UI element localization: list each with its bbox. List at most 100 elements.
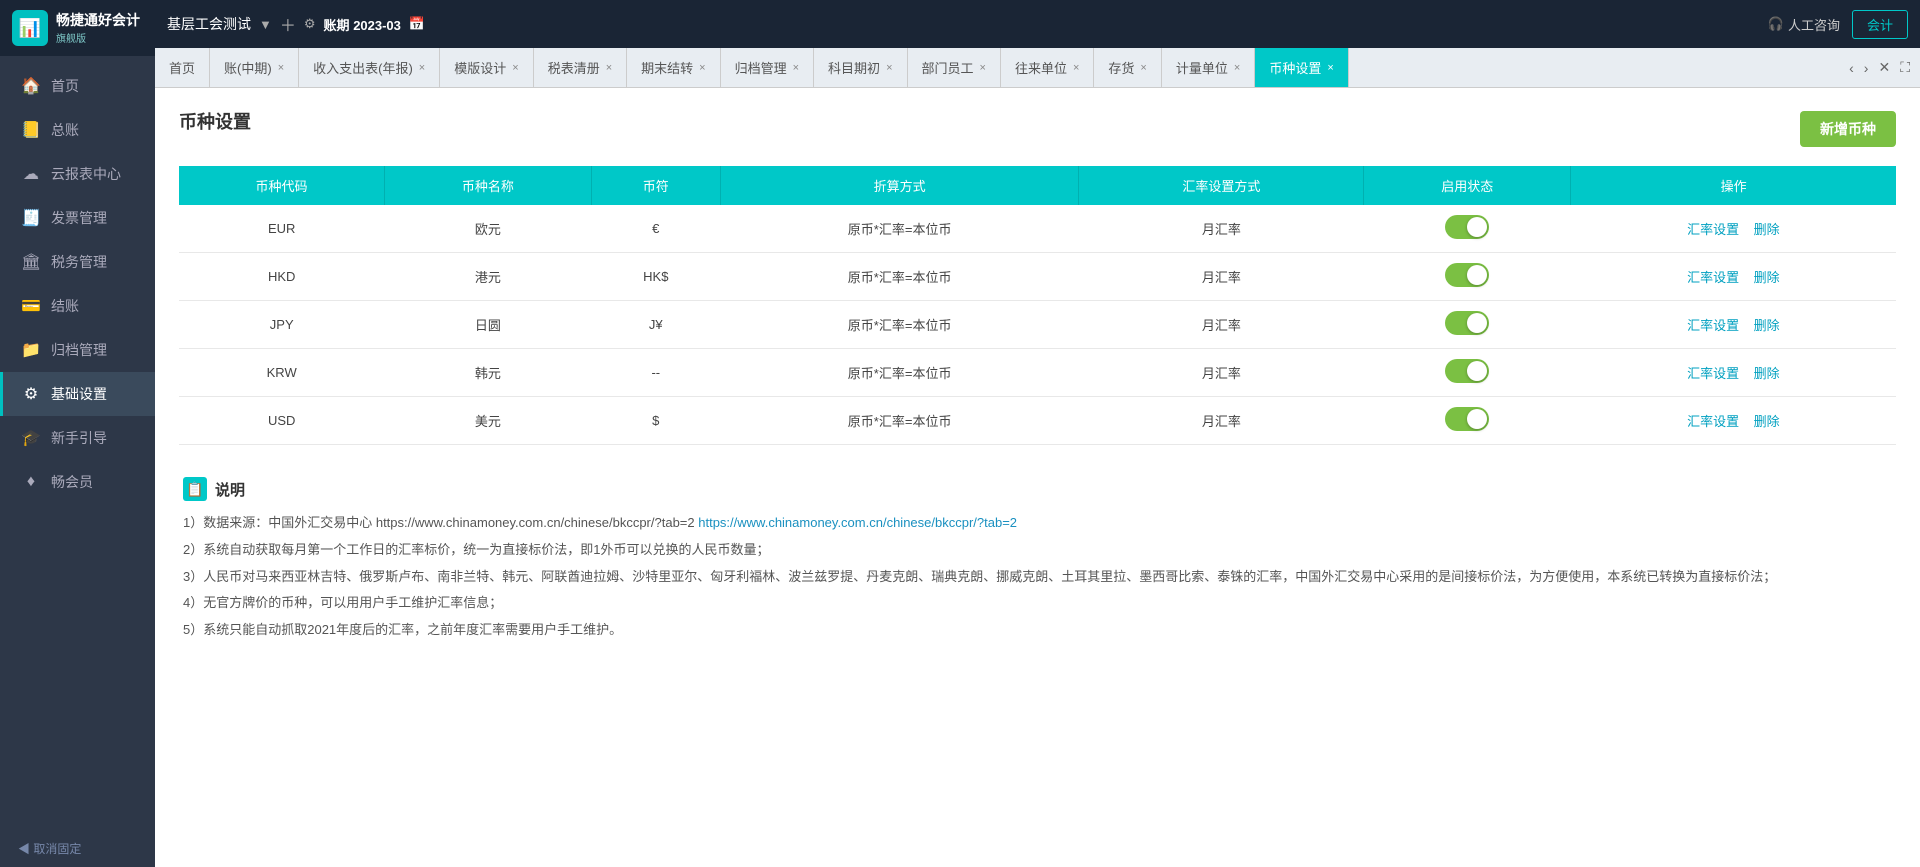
notes-header: 📋 说明: [183, 477, 1892, 501]
checkout-icon: 💳: [21, 296, 41, 316]
tab-close-icon[interactable]: ×: [886, 62, 892, 74]
tab-close-icon[interactable]: ×: [278, 62, 284, 74]
rate-setting-link[interactable]: 汇率设置: [1687, 222, 1739, 237]
tab-label: 往来单位: [1015, 58, 1067, 77]
cell-calc: 原币*汇率=本位币: [720, 397, 1079, 445]
tab-subject_init[interactable]: 科目期初 ×: [814, 48, 907, 87]
help-btn[interactable]: 🎧 人工咨询: [1768, 15, 1840, 34]
app-logo-icon: 📊: [12, 10, 48, 46]
sidebar-item-checkout[interactable]: 💳 结账: [0, 284, 155, 328]
enable-toggle[interactable]: [1445, 359, 1489, 383]
archive-icon: 📁: [21, 340, 41, 360]
new-currency-btn[interactable]: 新增币种: [1800, 111, 1896, 147]
sidebar-item-label: 新手引导: [51, 428, 107, 448]
tab-label: 科目期初: [828, 58, 880, 77]
add-company-btn[interactable]: ＋: [280, 12, 296, 36]
table-row: EUR欧元€原币*汇率=本位币月汇率 汇率设置 删除: [179, 205, 1896, 253]
cell-calc: 原币*汇率=本位币: [720, 253, 1079, 301]
headset-icon: 🎧: [1768, 16, 1784, 32]
page-content: 币种设置 新增币种 币种代码币种名称币符折算方式汇率设置方式启用状态操作 EUR…: [155, 88, 1920, 867]
tab-template[interactable]: 模版设计×: [440, 48, 533, 87]
cell-rate-type: 月汇率: [1079, 397, 1364, 445]
tab-tax_clear[interactable]: 税表清册×: [534, 48, 627, 87]
tab-close-icon[interactable]: ×: [1140, 62, 1146, 74]
cell-name: 美元: [384, 397, 591, 445]
tab-unit[interactable]: 计量单位 ×: [1162, 48, 1255, 87]
cell-rate-type: 月汇率: [1079, 349, 1364, 397]
tab-close-icon[interactable]: ×: [1234, 62, 1240, 74]
tab-close-icon[interactable]: ×: [793, 62, 799, 74]
user-button[interactable]: 会计: [1852, 10, 1908, 39]
sidebar-item-member[interactable]: ♦ 畅会员: [0, 460, 155, 504]
tab-close-icon[interactable]: ×: [980, 62, 986, 74]
tab-close-all-btn[interactable]: ✕: [1874, 59, 1894, 76]
sidebar-item-home[interactable]: 🏠 首页: [0, 64, 155, 108]
tab-next-btn[interactable]: ›: [1860, 60, 1873, 76]
enable-toggle[interactable]: [1445, 263, 1489, 287]
sidebar: 📊 畅捷通好会计 旗舰版 🏠 首页 📒 总账 ☁ 云报表中心 🧾 发票管理 🏛 …: [0, 0, 155, 867]
tab-partner[interactable]: 往来单位 ×: [1001, 48, 1094, 87]
delete-link[interactable]: 删除: [1754, 366, 1780, 381]
tab-close-icon[interactable]: ×: [512, 62, 518, 74]
tab-label: 收入支出表(年报): [313, 58, 413, 77]
delete-link[interactable]: 删除: [1754, 270, 1780, 285]
tab-close-icon[interactable]: ×: [606, 62, 612, 74]
period-label: 账期 2023-03: [324, 15, 401, 34]
cell-toggle[interactable]: [1364, 253, 1571, 301]
enable-toggle[interactable]: [1445, 407, 1489, 431]
cell-toggle[interactable]: [1364, 349, 1571, 397]
company-dropdown-icon[interactable]: ▼: [259, 17, 272, 32]
main-area: 基层工会测试 ▼ ＋ ⚙ 账期 2023-03 📅 🎧 人工咨询 会计 首页账(…: [155, 0, 1920, 867]
tab-currency[interactable]: 币种设置×: [1255, 48, 1348, 87]
tab-period_end[interactable]: 期末结转×: [627, 48, 720, 87]
cell-toggle[interactable]: [1364, 397, 1571, 445]
tab-close-icon[interactable]: ×: [1073, 62, 1079, 74]
tab-close-icon[interactable]: ×: [419, 62, 425, 74]
sidebar-item-guide[interactable]: 🎓 新手引导: [0, 416, 155, 460]
rate-setting-link[interactable]: 汇率设置: [1687, 270, 1739, 285]
tab-inventory[interactable]: 存货×: [1094, 48, 1161, 87]
cell-code: JPY: [179, 301, 384, 349]
sidebar-item-tax[interactable]: 🏛 税务管理: [0, 240, 155, 284]
invoice-icon: 🧾: [21, 208, 41, 228]
enable-toggle[interactable]: [1445, 311, 1489, 335]
cell-action: 汇率设置 删除: [1571, 301, 1896, 349]
sidebar-item-archive[interactable]: 📁 归档管理: [0, 328, 155, 372]
rate-setting-link[interactable]: 汇率设置: [1687, 414, 1739, 429]
notes-item: 3）人民币对马来西亚林吉特、俄罗斯卢布、南非兰特、韩元、阿联酋迪拉姆、沙特里亚尔…: [183, 567, 1892, 588]
tabbar-controls: ‹ › ✕ ⛶: [1839, 48, 1920, 87]
notes-link[interactable]: https://www.chinamoney.com.cn/chinese/bk…: [698, 515, 1017, 530]
app-name: 畅捷通好会计: [56, 11, 140, 29]
sidebar-item-label: 发票管理: [51, 208, 107, 228]
sidebar-item-reports[interactable]: ☁ 云报表中心: [0, 152, 155, 196]
tab-income[interactable]: 收入支出表(年报) ×: [299, 48, 440, 87]
sidebar-item-ledger[interactable]: 📒 总账: [0, 108, 155, 152]
rate-setting-link[interactable]: 汇率设置: [1687, 366, 1739, 381]
tab-label: 计量单位: [1176, 58, 1228, 77]
tab-balance[interactable]: 账(中期)×: [210, 48, 299, 87]
company-settings-icon[interactable]: ⚙: [304, 16, 316, 32]
tab-close-icon[interactable]: ×: [1327, 62, 1333, 74]
cell-toggle[interactable]: [1364, 301, 1571, 349]
sidebar-item-settings[interactable]: ⚙ 基础设置: [0, 372, 155, 416]
sidebar-footer[interactable]: ◀ 取消固定: [0, 830, 155, 867]
tab-prev-btn[interactable]: ‹: [1845, 60, 1858, 76]
delete-link[interactable]: 删除: [1754, 222, 1780, 237]
tab-department[interactable]: 部门员工×: [908, 48, 1001, 87]
calendar-icon[interactable]: 📅: [409, 16, 425, 32]
rate-setting-link[interactable]: 汇率设置: [1687, 318, 1739, 333]
tab-archiving[interactable]: 归档管理×: [721, 48, 814, 87]
tab-home[interactable]: 首页: [155, 48, 210, 87]
cell-name: 港元: [384, 253, 591, 301]
sidebar-item-invoice[interactable]: 🧾 发票管理: [0, 196, 155, 240]
table-header-row: 币种代码币种名称币符折算方式汇率设置方式启用状态操作: [179, 166, 1896, 205]
enable-toggle[interactable]: [1445, 215, 1489, 239]
tab-fullscreen-btn[interactable]: ⛶: [1896, 59, 1914, 76]
cell-toggle[interactable]: [1364, 205, 1571, 253]
cell-symbol: $: [591, 397, 720, 445]
table-row: JPY日圆J¥原币*汇率=本位币月汇率 汇率设置 删除: [179, 301, 1896, 349]
table-header: 币种代码: [179, 166, 384, 205]
tab-close-icon[interactable]: ×: [699, 62, 705, 74]
delete-link[interactable]: 删除: [1754, 318, 1780, 333]
delete-link[interactable]: 删除: [1754, 414, 1780, 429]
